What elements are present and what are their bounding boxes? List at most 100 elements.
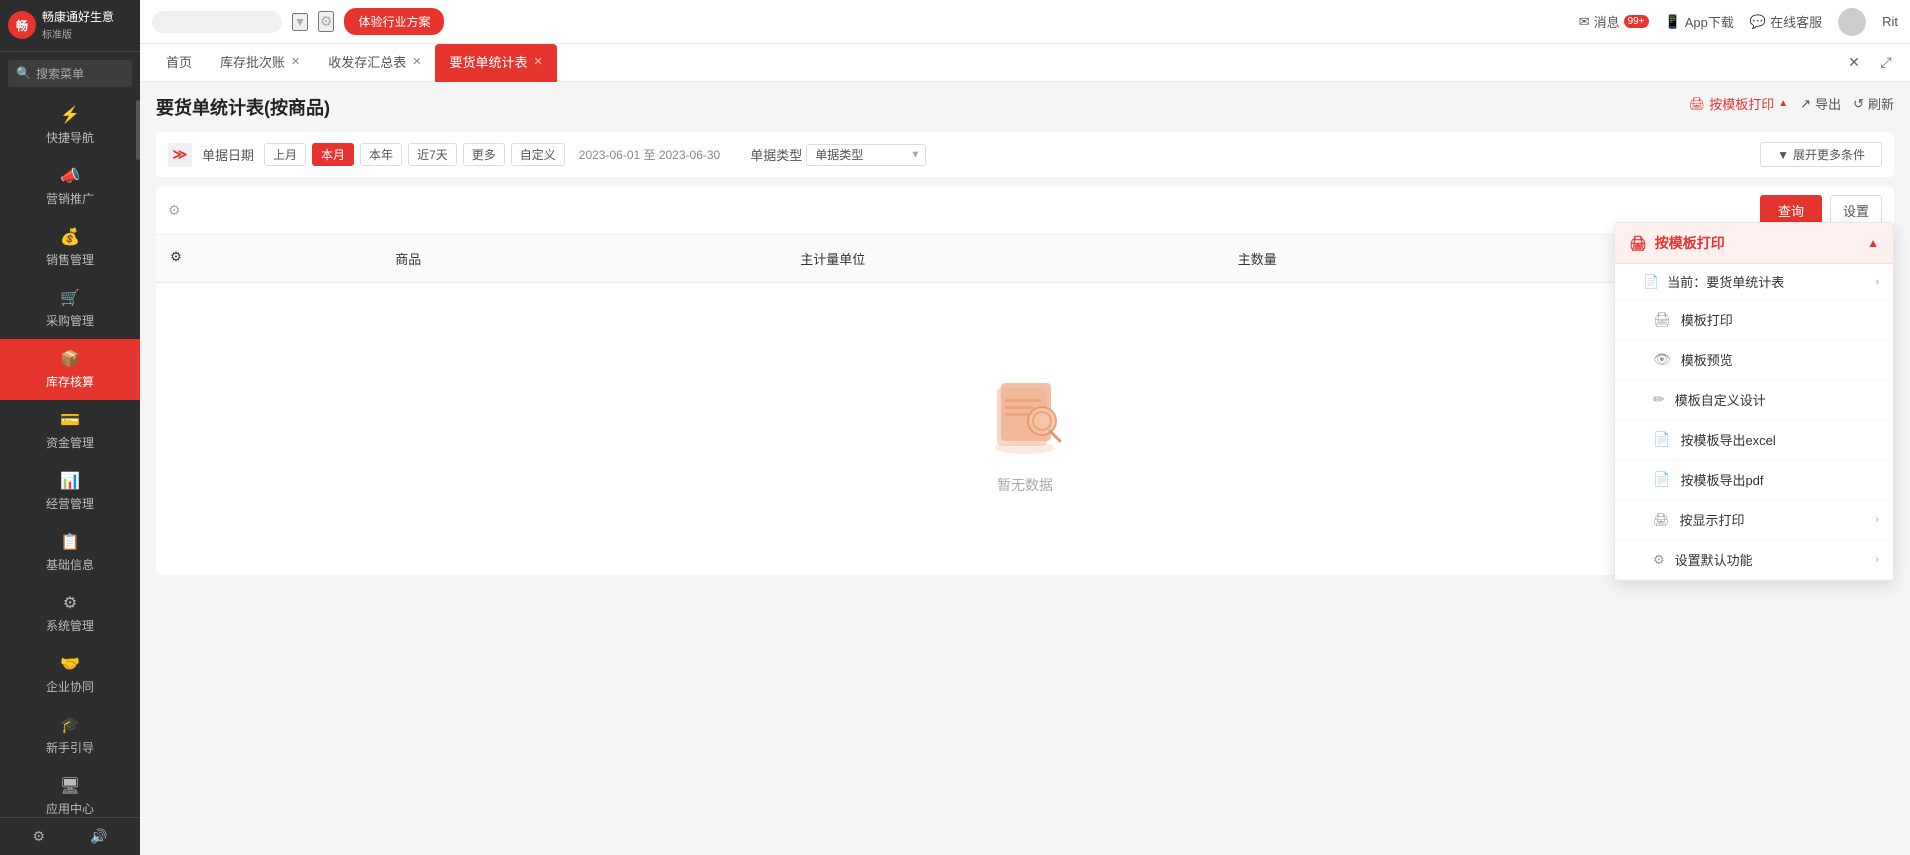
date-btn-7days[interactable]: 近7天: [408, 143, 457, 166]
date-btn-last-month[interactable]: 上月: [264, 143, 306, 166]
topbar-search-input[interactable]: [152, 11, 282, 33]
sidebar-item-label: 应用中心: [46, 800, 94, 817]
online-service-action[interactable]: 💬 在线客服: [1750, 12, 1822, 31]
dropdown-item-template-custom[interactable]: ✏ 模板自定义设计: [1615, 380, 1893, 420]
sidebar-item-inventory[interactable]: 📦 库存核算: [0, 339, 140, 400]
topbar-actions: ✉ 消息 99+ 📱 App下载 💬 在线客服 Rit: [1579, 8, 1898, 36]
finance-icon: 💳: [60, 410, 80, 430]
tabbar-right: ✕ ⤢: [1842, 51, 1898, 75]
dropdown-item-export-pdf[interactable]: 📄 按模板导出pdf: [1615, 460, 1893, 500]
tab-close-order-stats[interactable]: ✕: [534, 55, 543, 68]
current-chevron-icon: ›: [1875, 276, 1879, 288]
print-icon: 🖨: [1689, 96, 1706, 112]
search-menu-button[interactable]: 🔍 搜索菜单: [8, 60, 132, 87]
sidebar-item-app-center[interactable]: 🖥 应用中心: [0, 766, 140, 817]
dropdown-item-template-print[interactable]: 🖨 模板打印: [1615, 300, 1893, 340]
sidebar-item-operations[interactable]: 📊 经营管理: [0, 461, 140, 522]
sidebar-item-finance[interactable]: 💳 资金管理: [0, 400, 140, 461]
sidebar-item-sales[interactable]: 💰 销售管理: [0, 217, 140, 278]
app-download-action[interactable]: 📱 App下载: [1665, 12, 1734, 31]
topbar: ▼ ⚙ 体验行业方案 ✉ 消息 99+ 📱 App下载 💬 在线客服 Rit: [140, 0, 1910, 44]
trial-button[interactable]: 体验行业方案: [344, 8, 444, 35]
cooperation-icon: 🤝: [60, 654, 80, 674]
th-unit: 主计量单位: [621, 243, 1046, 274]
export-excel-icon: 📄: [1653, 431, 1670, 448]
topbar-gear-button[interactable]: ⚙: [318, 11, 335, 32]
tab-receipts-summary[interactable]: 收发存汇总表 ✕: [314, 44, 435, 82]
print-template-button[interactable]: 🖨 按模板打印 ▲: [1689, 94, 1788, 113]
date-filter-label: 单据日期: [202, 145, 254, 164]
sidebar-item-system[interactable]: ⚙ 系统管理: [0, 583, 140, 644]
dropdown-item-label: 模板打印: [1681, 310, 1733, 329]
sidebar-item-label: 新手引导: [46, 739, 94, 756]
date-btn-more[interactable]: 更多: [463, 143, 505, 166]
tab-expand-button[interactable]: ⤢: [1874, 51, 1898, 75]
dropdown-current-section: 📄 当前：要货单统计表 ›: [1615, 264, 1893, 300]
topbar-chevron-button[interactable]: ▼: [292, 13, 308, 31]
tab-order-stats[interactable]: 要货单统计表 ✕: [435, 44, 556, 82]
inventory-icon: 📦: [60, 349, 80, 369]
service-icon: 💬: [1750, 14, 1766, 30]
message-icon: ✉: [1579, 14, 1590, 30]
current-template-label: 当前：要货单统计表: [1667, 272, 1784, 291]
order-type-select-wrapper: 单据类型: [806, 144, 926, 166]
sidebar-item-cooperation[interactable]: 🤝 企业协同: [0, 644, 140, 705]
sidebar-item-label: 企业协同: [46, 678, 94, 695]
current-template-icon: 📄: [1643, 274, 1659, 290]
dropdown-collapse-icon[interactable]: ▲: [1867, 236, 1879, 250]
sidebar-item-label: 采购管理: [46, 312, 94, 329]
template-preview-icon: 👁: [1653, 351, 1671, 368]
dropdown-print-icon: 🖨: [1629, 235, 1647, 252]
tab-close-button[interactable]: ✕: [1842, 51, 1866, 75]
sidebar-settings-button[interactable]: ⚙: [33, 828, 46, 845]
sidebar-item-quick-nav[interactable]: ⚡ 快捷导航: [0, 95, 140, 156]
username[interactable]: Rit: [1882, 14, 1898, 29]
order-type-select[interactable]: 单据类型: [806, 144, 926, 166]
logo-icon: 畅: [8, 11, 36, 39]
sidebar-item-purchase[interactable]: 🛒 采购管理: [0, 278, 140, 339]
tab-home[interactable]: 首页: [152, 44, 206, 82]
sidebar-item-label: 快捷导航: [46, 129, 94, 146]
date-btn-custom[interactable]: 自定义: [511, 143, 565, 166]
date-buttons: 上月 本月 本年 近7天 更多 自定义: [264, 143, 565, 166]
tab-close-inventory-batch[interactable]: ✕: [291, 55, 300, 68]
date-range-label: 2023-06-01 至 2023-06-30: [579, 146, 720, 163]
app-name: 畅康通好生意: [42, 10, 114, 26]
template-custom-icon: ✏: [1653, 391, 1665, 408]
filter-more-row: ▼ 展开更多条件: [1760, 142, 1882, 167]
empty-illustration: [975, 363, 1075, 463]
expand-down-icon: ▼: [1777, 148, 1789, 162]
sidebar-nav: ⚡ 快捷导航 📣 营销推广 💰 销售管理 🛒 采购管理 📦 库存核算 💳 资金管…: [0, 95, 140, 817]
sidebar-audio-button[interactable]: 🔊: [90, 828, 107, 845]
sidebar-item-marketing[interactable]: 📣 营销推广: [0, 156, 140, 217]
dropdown-item-set-default[interactable]: ⚙ 设置默认功能 ›: [1615, 540, 1893, 580]
avatar[interactable]: [1838, 8, 1866, 36]
dropdown-item-label: 按模板导出pdf: [1680, 470, 1763, 489]
order-type-filter: 单据类型 单据类型: [750, 144, 926, 166]
filter-expand-button[interactable]: ≫: [168, 143, 192, 167]
date-btn-this-month[interactable]: 本月: [312, 143, 354, 166]
dropdown-item-display-print[interactable]: 🖨 按显示打印 ›: [1615, 500, 1893, 540]
refresh-button[interactable]: ↺ 刷新: [1853, 94, 1894, 113]
template-print-icon: 🖨: [1653, 311, 1671, 328]
date-btn-this-year[interactable]: 本年: [360, 143, 402, 166]
dropdown-item-label: 按模板导出excel: [1680, 430, 1775, 449]
expand-more-button[interactable]: ▼ 展开更多条件: [1760, 142, 1882, 167]
messages-action[interactable]: ✉ 消息 99+: [1579, 12, 1649, 31]
dropdown-item-label: 模板自定义设计: [1675, 390, 1766, 409]
display-print-label: 按显示打印: [1680, 510, 1745, 529]
app-version: 标准版: [42, 26, 114, 41]
set-default-label: 设置默认功能: [1675, 550, 1753, 569]
tab-inventory-batch[interactable]: 库存批次账 ✕: [206, 44, 314, 82]
export-button[interactable]: ↗ 导出: [1800, 94, 1841, 113]
sidebar-item-newbie[interactable]: 🎓 新手引导: [0, 705, 140, 766]
dropdown-item-template-preview[interactable]: 👁 模板预览: [1615, 340, 1893, 380]
table-settings-icon[interactable]: ⚙: [168, 202, 181, 219]
dropdown-item-export-excel[interactable]: 📄 按模板导出excel: [1615, 420, 1893, 460]
order-type-label: 单据类型: [750, 145, 802, 164]
th-settings: ⚙: [156, 243, 196, 274]
column-settings-icon[interactable]: ⚙: [170, 249, 182, 264]
print-arrow-icon: ▲: [1778, 98, 1788, 109]
sidebar-item-basic[interactable]: 📋 基础信息: [0, 522, 140, 583]
tab-close-receipts-summary[interactable]: ✕: [412, 55, 421, 68]
